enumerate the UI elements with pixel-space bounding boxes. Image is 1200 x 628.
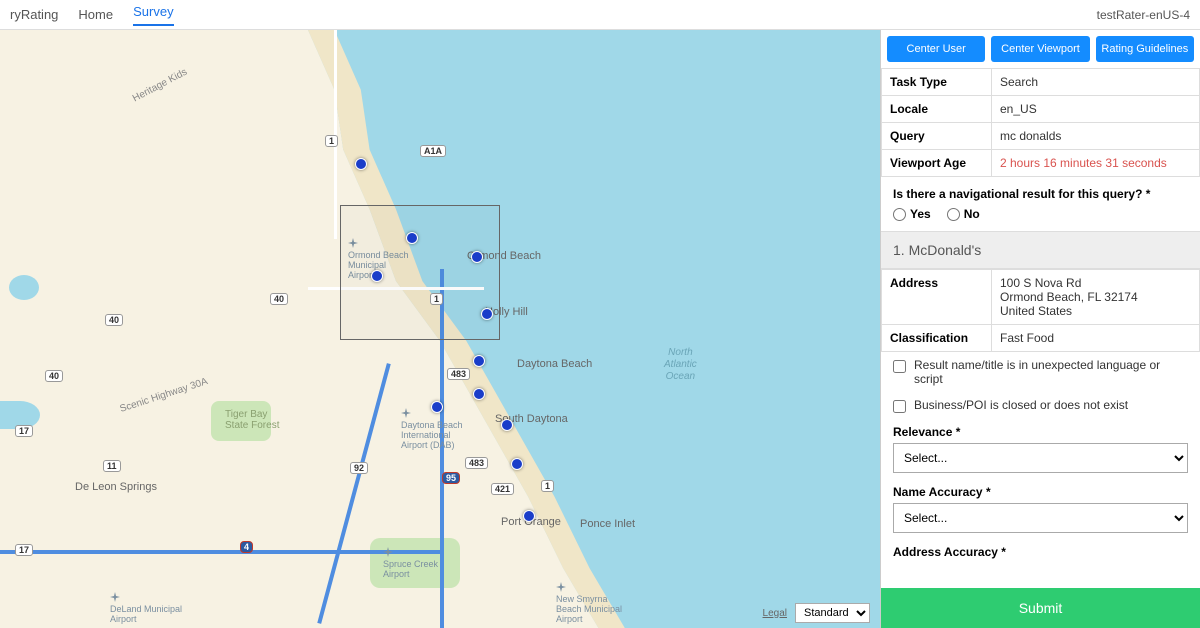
map-pin[interactable] <box>511 458 523 470</box>
locale-value: en_US <box>992 96 1200 123</box>
shield-sr40: 40 <box>105 314 123 326</box>
navigational-question: Is there a navigational result for this … <box>881 177 1200 231</box>
map-view-select[interactable]: Standard <box>795 603 870 623</box>
shield-us17: 17 <box>15 425 33 437</box>
unexpected-language-label: Result name/title is in unexpected langu… <box>914 358 1188 386</box>
map-pin[interactable] <box>481 308 493 320</box>
label-ponce-inlet: Ponce Inlet <box>580 518 635 530</box>
address-value: 100 S Nova Rd Ormond Beach, FL 32174 Uni… <box>992 270 1200 325</box>
label-spruce-creek: Spruce Creek Airport <box>383 547 438 580</box>
address-accuracy-label: Address Accuracy * <box>893 545 1188 559</box>
address-key: Address <box>882 270 992 325</box>
airplane-icon <box>556 582 566 592</box>
map-pin[interactable] <box>473 388 485 400</box>
label-tiger-bay: Tiger Bay State Forest <box>225 409 279 431</box>
label-de-leon: De Leon Springs <box>75 481 157 493</box>
label-ocean: North Atlantic Ocean <box>664 347 697 383</box>
closed-poi-checkbox[interactable] <box>893 400 906 413</box>
shield-i95: 95 <box>442 472 460 484</box>
shield-sr11: 11 <box>103 460 121 472</box>
shield-us1: 1 <box>541 480 554 492</box>
name-accuracy-select[interactable]: Select... <box>893 503 1188 533</box>
map-pin[interactable] <box>523 510 535 522</box>
map-pin[interactable] <box>501 419 513 431</box>
map-pin[interactable] <box>471 251 483 263</box>
shield-us92: 92 <box>350 462 368 474</box>
map-pin[interactable] <box>371 270 383 282</box>
name-accuracy-label: Name Accuracy * <box>893 485 1188 499</box>
shield-i4: 4 <box>240 541 253 553</box>
label-deland-airport: DeLand Municipal Airport <box>110 592 182 625</box>
nav-yes-radio[interactable] <box>893 208 906 221</box>
query-value: mc donalds <box>992 123 1200 150</box>
shield-sr40: 40 <box>270 293 288 305</box>
map-pin[interactable] <box>431 401 443 413</box>
closed-poi-label: Business/POI is closed or does not exist <box>914 398 1128 412</box>
nav-no-option[interactable]: No <box>947 207 980 221</box>
task-info-table: Task TypeSearch Localeen_US Querymc dona… <box>881 68 1200 177</box>
task-type-value: Search <box>992 69 1200 96</box>
rating-guidelines-button[interactable]: Rating Guidelines <box>1096 36 1194 62</box>
map-pin[interactable] <box>355 158 367 170</box>
query-key: Query <box>882 123 992 150</box>
map-pin[interactable] <box>406 232 418 244</box>
user-label: testRater-enUS-4 <box>1097 8 1190 22</box>
locale-key: Locale <box>882 96 992 123</box>
relevance-label: Relevance * <box>893 425 1188 439</box>
viewport-box <box>340 205 500 340</box>
brand-label: ryRating <box>10 7 58 22</box>
shield-sr483: 483 <box>447 368 470 380</box>
nav-no-radio[interactable] <box>947 208 960 221</box>
viewport-age-value: 2 hours 16 minutes 31 seconds <box>992 150 1200 177</box>
nav-home[interactable]: Home <box>78 7 113 22</box>
viewport-age-key: Viewport Age <box>882 150 992 177</box>
result-info-table: Address 100 S Nova Rd Ormond Beach, FL 3… <box>881 269 1200 352</box>
top-nav: ryRating Home Survey testRater-enUS-4 <box>0 0 1200 30</box>
label-nsb-airport: New Smyrna Beach Municipal Airport <box>556 582 622 625</box>
shield-sr483: 483 <box>465 457 488 469</box>
shield-sr421: 421 <box>491 483 514 495</box>
classification-value: Fast Food <box>992 325 1200 352</box>
airplane-icon <box>110 592 120 602</box>
legal-link[interactable]: Legal <box>763 608 787 619</box>
nav-question-label: Is there a navigational result for this … <box>893 187 1188 201</box>
map-bottom-controls: Legal Standard <box>763 603 870 623</box>
shield-us1: 1 <box>325 135 338 147</box>
airplane-icon <box>401 408 411 418</box>
label-daytona-airport: Daytona Beach International Airport (DAB… <box>401 408 463 451</box>
shield-sr40: 40 <box>45 370 63 382</box>
map-pin[interactable] <box>473 355 485 367</box>
submit-button[interactable]: Submit <box>881 588 1200 628</box>
rating-panel: Center User Center Viewport Rating Guide… <box>880 30 1200 628</box>
center-viewport-button[interactable]: Center Viewport <box>991 36 1089 62</box>
result-header: 1. McDonald's <box>881 231 1200 269</box>
task-type-key: Task Type <box>882 69 992 96</box>
relevance-select[interactable]: Select... <box>893 443 1188 473</box>
nav-survey[interactable]: Survey <box>133 4 173 26</box>
shield-a1a: A1A <box>420 145 446 157</box>
map[interactable]: 1 A1A 1 1 40 40 40 95 4 17 17 92 483 483… <box>0 30 880 628</box>
center-user-button[interactable]: Center User <box>887 36 985 62</box>
classification-key: Classification <box>882 325 992 352</box>
nav-yes-option[interactable]: Yes <box>893 207 931 221</box>
unexpected-language-checkbox[interactable] <box>893 360 906 373</box>
shield-us17: 17 <box>15 544 33 556</box>
airplane-icon <box>383 547 393 557</box>
label-daytona-beach: Daytona Beach <box>517 358 592 370</box>
